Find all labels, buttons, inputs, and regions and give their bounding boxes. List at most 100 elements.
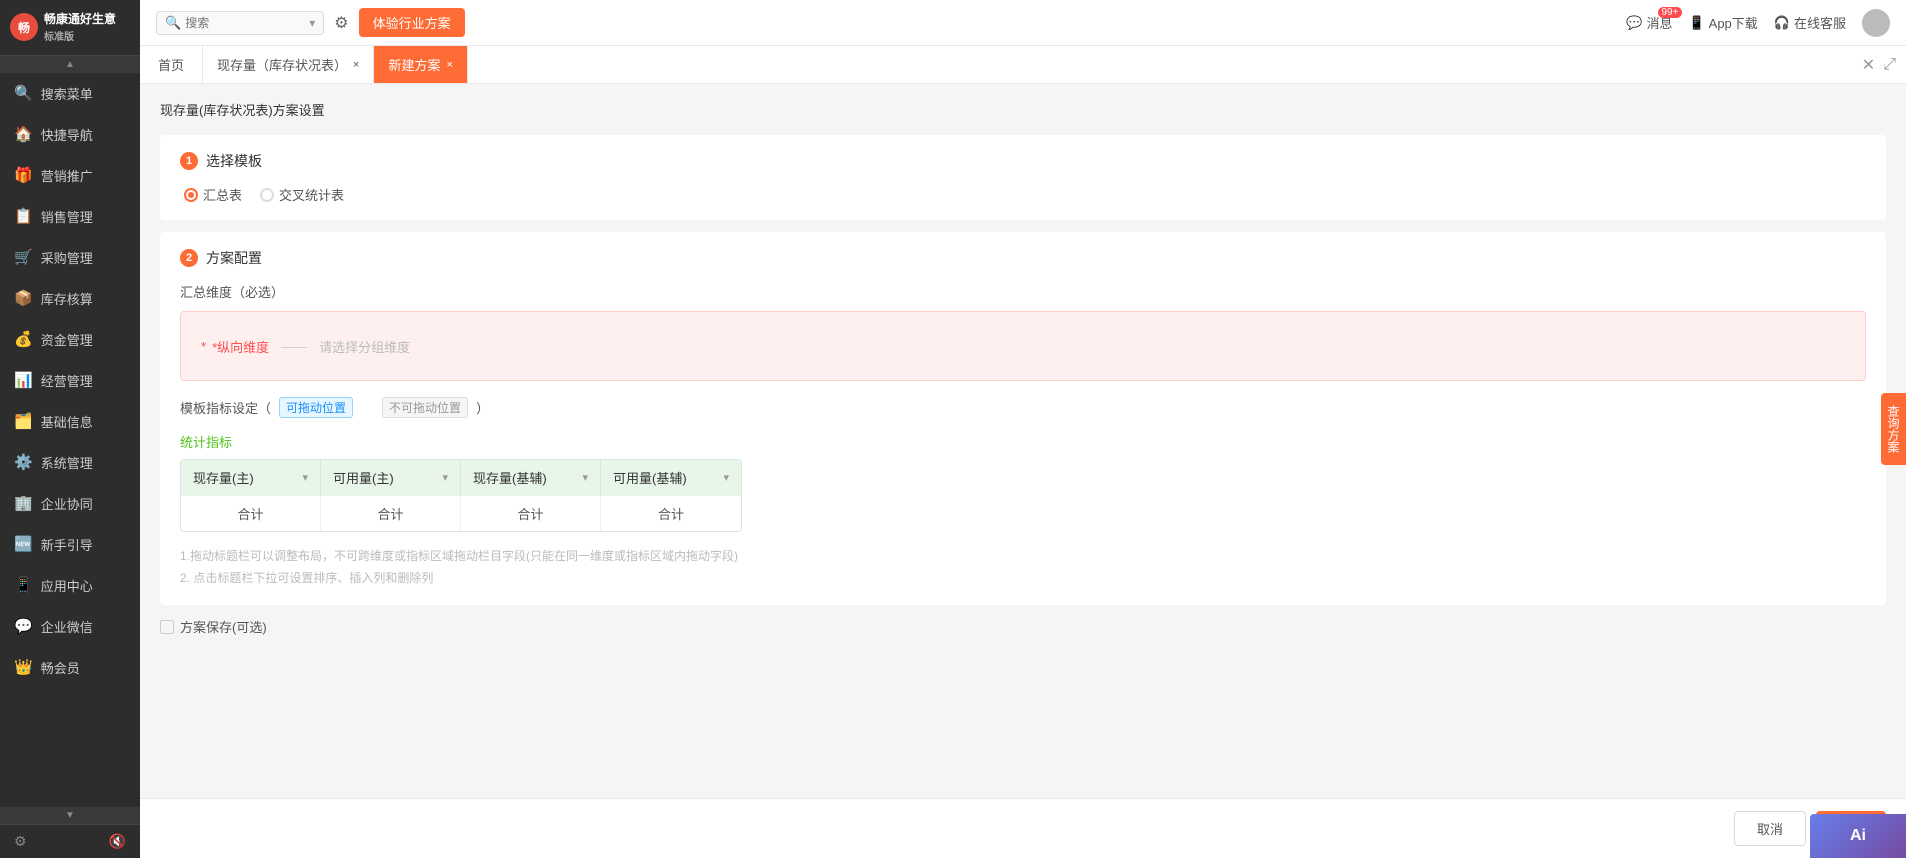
box-icon: 📦 — [14, 289, 33, 307]
header-right: 💬 消息 99+ 📱 App下载 🎧 在线客服 — [1626, 9, 1890, 37]
stats-table: 现存量(主) ▾ 可用量(主) ▾ 现存量(基辅) ▾ 可用量(基辅) — [180, 459, 742, 532]
crown-icon: 👑 — [14, 658, 33, 676]
sidebar-item-quick[interactable]: 🏠 快捷导航 — [0, 114, 140, 155]
template-settings-end: ） — [476, 398, 489, 417]
stats-cell-3: 合计 — [461, 496, 601, 531]
sidebar-item-label: 销售管理 — [41, 207, 93, 226]
avatar[interactable] — [1862, 9, 1890, 37]
stats-col-3[interactable]: 现存量(基辅) ▾ — [461, 460, 601, 495]
save-option: 方案保存(可选) — [160, 617, 1886, 636]
tabs-bar: 首页 现存量（库存状况表） × 新建方案 × ✕ ⤢ — [140, 46, 1906, 84]
top-header: 🔍 ▾ ⚙ 体验行业方案 💬 消息 99+ 📱 App下载 🎧 在线客服 — [140, 0, 1906, 46]
tip-2-text: 2. 点击标题栏下拉可设置排序、插入列和删除列 — [180, 568, 433, 590]
dimension-area[interactable]: * *纵向维度 —— 请选择分组维度 — [180, 311, 1866, 381]
sidebar-item-marketing[interactable]: 🎁 营销推广 — [0, 155, 140, 196]
stats-col-4[interactable]: 可用量(基辅) ▾ — [601, 460, 741, 495]
sidebar-scroll-down[interactable]: ▼ — [0, 807, 140, 824]
chevron-down-icon: ▾ — [309, 16, 315, 30]
sidebar-item-search[interactable]: 🔍 搜索菜单 — [0, 73, 140, 114]
step1-title: 选择模板 — [206, 151, 262, 171]
headset-icon: 🎧 — [1774, 15, 1790, 31]
trial-button[interactable]: 体验行业方案 — [359, 8, 465, 37]
gift-icon: 🎁 — [14, 166, 33, 184]
sidebar-item-label: 企业协同 — [41, 494, 93, 513]
sidebar-item-finance[interactable]: 💰 资金管理 — [0, 319, 140, 360]
stats-table-row: 合计 合计 合计 合计 — [181, 495, 741, 531]
gear-icon: ⚙️ — [14, 453, 33, 471]
stats-col-1[interactable]: 现存量(主) ▾ — [181, 460, 321, 495]
sidebar-logo: 畅 畅康通好生意 标准版 — [0, 0, 140, 56]
sidebar-item-label: 新手引导 — [41, 535, 93, 554]
sidebar-scroll-up[interactable]: ▲ — [0, 56, 140, 73]
sidebar-item-enterprise[interactable]: 🏢 企业协同 — [0, 483, 140, 524]
template-settings: 模板指标设定（ 可拖动位置 不可拖动位置 ） — [180, 397, 1866, 418]
tab-new-plan[interactable]: 新建方案 × — [374, 46, 467, 83]
radio-summary-label: 汇总表 — [203, 185, 242, 204]
search-input[interactable] — [185, 16, 305, 30]
sidebar-item-member[interactable]: 👑 畅会员 — [0, 647, 140, 688]
close-window-icon[interactable]: ✕ — [1862, 55, 1875, 75]
sidebar-item-label: 基础信息 — [41, 412, 93, 431]
audio-icon[interactable]: 🔇 — [109, 833, 126, 850]
sidebar-item-label: 应用中心 — [41, 576, 93, 595]
app-download-button[interactable]: 📱 App下载 — [1688, 13, 1757, 32]
right-edge-tab[interactable]: 查询方案 — [1881, 393, 1906, 465]
tab-new-plan-close[interactable]: × — [446, 59, 452, 71]
sidebar-item-label: 企业微信 — [41, 617, 93, 636]
step1-card: 1 选择模板 汇总表 交叉统计表 — [160, 135, 1886, 220]
sidebar-item-system[interactable]: ⚙️ 系统管理 — [0, 442, 140, 483]
step2-num: 2 — [180, 249, 198, 267]
settings-icon[interactable]: ⚙ — [334, 13, 348, 33]
sidebar-item-label: 快捷导航 — [41, 125, 93, 144]
cart-icon: 🛒 — [14, 248, 33, 266]
sidebar-item-operations[interactable]: 📊 经营管理 — [0, 360, 140, 401]
message-button[interactable]: 💬 消息 99+ — [1626, 13, 1672, 32]
settings-bottom-icon[interactable]: ⚙ — [14, 833, 27, 850]
online-service-button[interactable]: 🎧 在线客服 — [1774, 13, 1846, 32]
sidebar-item-basic[interactable]: 🗂️ 基础信息 — [0, 401, 140, 442]
cancel-button[interactable]: 取消 — [1734, 811, 1806, 846]
chevron-down-icon: ▾ — [723, 471, 729, 484]
app-edition: 标准版 — [44, 28, 116, 43]
step2-title: 方案配置 — [206, 248, 262, 268]
radio-cross-label: 交叉统计表 — [279, 185, 344, 204]
sidebar-item-label: 营销推广 — [41, 166, 93, 185]
dim-required: * — [201, 339, 206, 354]
sidebar-item-newbie[interactable]: 🆕 新手引导 — [0, 524, 140, 565]
stats-cell-1: 合计 — [181, 496, 321, 531]
tab-inventory[interactable]: 现存量（库存状况表） × — [203, 46, 374, 83]
page-content: 现存量(库存状况表)方案设置 1 选择模板 汇总表 交叉统计表 2 — [140, 84, 1906, 798]
sidebar-item-sales[interactable]: 📋 销售管理 — [0, 196, 140, 237]
template-radio-group: 汇总表 交叉统计表 — [184, 185, 1866, 204]
sidebar: 畅 畅康通好生意 标准版 ▲ 🔍 搜索菜单 🏠 快捷导航 🎁 营销推广 📋 销售… — [0, 0, 140, 858]
tab-inventory-close[interactable]: × — [353, 59, 359, 71]
sidebar-item-wechat[interactable]: 💬 企业微信 — [0, 606, 140, 647]
sidebar-item-apps[interactable]: 📱 应用中心 — [0, 565, 140, 606]
search-icon: 🔍 — [14, 84, 33, 102]
tip-1: 1.拖动标题栏可以调整布局，不可跨维度或指标区域拖动栏目字段(只能在同一维度或指… — [180, 546, 1866, 568]
save-checkbox[interactable] — [160, 620, 174, 634]
sidebar-item-label: 经营管理 — [41, 371, 93, 390]
stats-cell-4: 合计 — [601, 496, 741, 531]
app-name: 畅康通好生意 — [44, 12, 116, 28]
tab-inventory-label: 现存量（库存状况表） — [217, 55, 347, 74]
radio-cross-dot — [260, 188, 274, 202]
header-search-box[interactable]: 🔍 ▾ — [156, 11, 324, 35]
home-icon: 🏠 — [14, 125, 33, 143]
radio-summary[interactable]: 汇总表 — [184, 185, 242, 204]
step1-num: 1 — [180, 152, 198, 170]
stats-cell-2: 合计 — [321, 496, 461, 531]
dim-placeholder: 请选择分组维度 — [319, 337, 410, 356]
ai-badge[interactable]: Ai — [1810, 814, 1906, 858]
tab-home[interactable]: 首页 — [140, 46, 203, 83]
stats-col-4-label: 可用量(基辅) — [613, 468, 687, 487]
chevron-down-icon: ▾ — [582, 471, 588, 484]
sidebar-item-inventory[interactable]: 📦 库存核算 — [0, 278, 140, 319]
stats-col-2[interactable]: 可用量(主) ▾ — [321, 460, 461, 495]
sidebar-item-purchase[interactable]: 🛒 采购管理 — [0, 237, 140, 278]
dim-separator: —— — [281, 339, 307, 354]
radio-cross[interactable]: 交叉统计表 — [260, 185, 344, 204]
expand-icon[interactable]: ⤢ — [1883, 56, 1896, 74]
search-icon: 🔍 — [165, 15, 181, 31]
tab-new-plan-label: 新建方案 — [388, 55, 440, 74]
